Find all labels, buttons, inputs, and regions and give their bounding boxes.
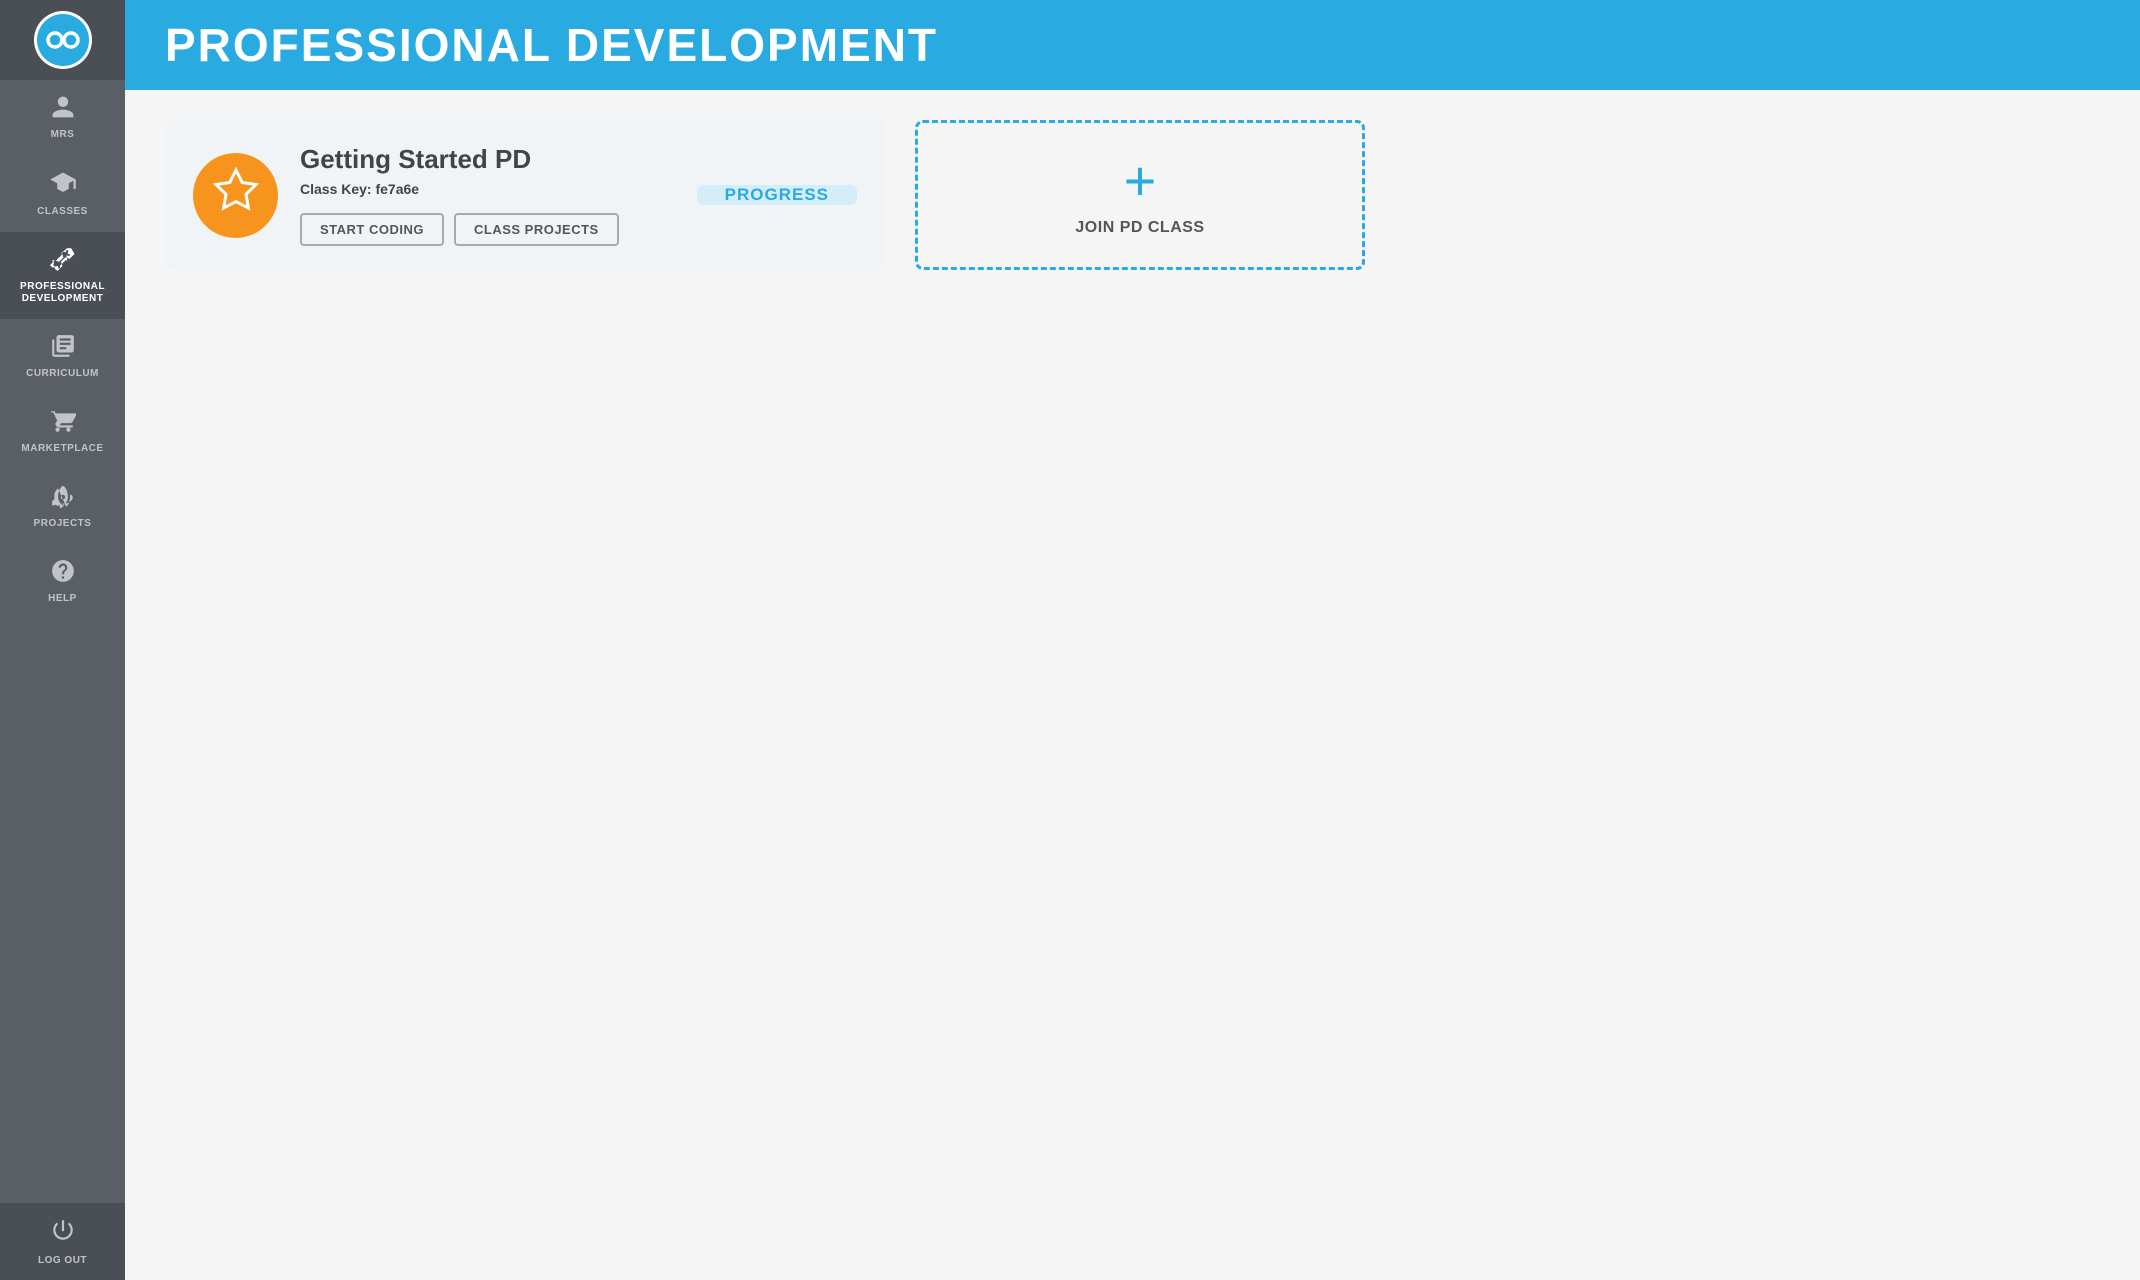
join-pd-class-label: JOIN PD CLASS — [1075, 219, 1204, 237]
sidebar-item-professional-development[interactable]: PROFESSIONAL DEVELOPMENT — [0, 232, 125, 319]
start-coding-button[interactable]: START CODING — [300, 213, 444, 246]
power-icon — [50, 1217, 76, 1250]
class-info: Getting Started PD Class Key: fe7a6e STA… — [300, 144, 675, 246]
class-icon — [193, 153, 278, 238]
class-projects-button[interactable]: CLASS PROJECTS — [454, 213, 619, 246]
logo-icon — [41, 18, 85, 62]
question-icon — [50, 558, 76, 588]
rocket-icon — [50, 483, 76, 513]
sidebar-item-marketplace[interactable]: MARKETPLACE — [0, 394, 125, 469]
sidebar-item-marketplace-label: MARKETPLACE — [21, 443, 103, 455]
logo-inner — [37, 14, 89, 66]
graduation-cap-icon — [49, 169, 77, 201]
class-card: Getting Started PD Class Key: fe7a6e STA… — [165, 120, 885, 270]
progress-button[interactable]: PROGRESS — [697, 185, 857, 205]
sidebar-item-mrs[interactable]: MRS — [0, 80, 125, 155]
sidebar-item-mrs-label: MRS — [51, 129, 75, 141]
sidebar-item-classes-label: CLASSES — [37, 206, 88, 218]
logo[interactable] — [0, 0, 125, 80]
star-icon — [212, 166, 260, 224]
sidebar-item-pd-label: PROFESSIONAL DEVELOPMENT — [20, 281, 105, 305]
join-plus-icon: + — [1124, 153, 1157, 209]
class-name: Getting Started PD — [300, 144, 675, 175]
sidebar-item-classes[interactable]: CLASSES — [0, 155, 125, 232]
sidebar-item-help[interactable]: HELP — [0, 544, 125, 619]
page-title: PROFESSIONAL DEVELOPMENT — [165, 18, 938, 72]
person-icon — [50, 94, 76, 124]
main-content: PROFESSIONAL DEVELOPMENT Getting Started… — [125, 0, 2140, 1280]
class-buttons: START CODING CLASS PROJECTS — [300, 213, 675, 246]
logo-circle — [34, 11, 92, 69]
page-header: PROFESSIONAL DEVELOPMENT — [125, 0, 2140, 90]
logout-button[interactable]: LOG OUT — [0, 1203, 125, 1280]
sidebar-item-curriculum-label: CURRICULUM — [26, 368, 99, 380]
sidebar-item-projects[interactable]: PROJECTS — [0, 469, 125, 544]
cart-icon — [50, 408, 76, 438]
sidebar: MRS CLASSES PROFESSIONAL DEVELOPMENT CUR… — [0, 0, 125, 1280]
sidebar-item-curriculum[interactable]: CURRICULUM — [0, 319, 125, 394]
wrench-icon — [50, 246, 76, 276]
sidebar-item-help-label: HELP — [48, 593, 77, 605]
cards-row: Getting Started PD Class Key: fe7a6e STA… — [165, 120, 2100, 270]
book-icon — [50, 333, 76, 363]
sidebar-bottom: LOG OUT — [0, 1203, 125, 1280]
join-pd-class-card[interactable]: + JOIN PD CLASS — [915, 120, 1365, 270]
class-key: Class Key: fe7a6e — [300, 181, 675, 197]
content-area: Getting Started PD Class Key: fe7a6e STA… — [125, 90, 2140, 1280]
logout-label: LOG OUT — [38, 1255, 87, 1266]
sidebar-item-projects-label: PROJECTS — [34, 518, 92, 530]
